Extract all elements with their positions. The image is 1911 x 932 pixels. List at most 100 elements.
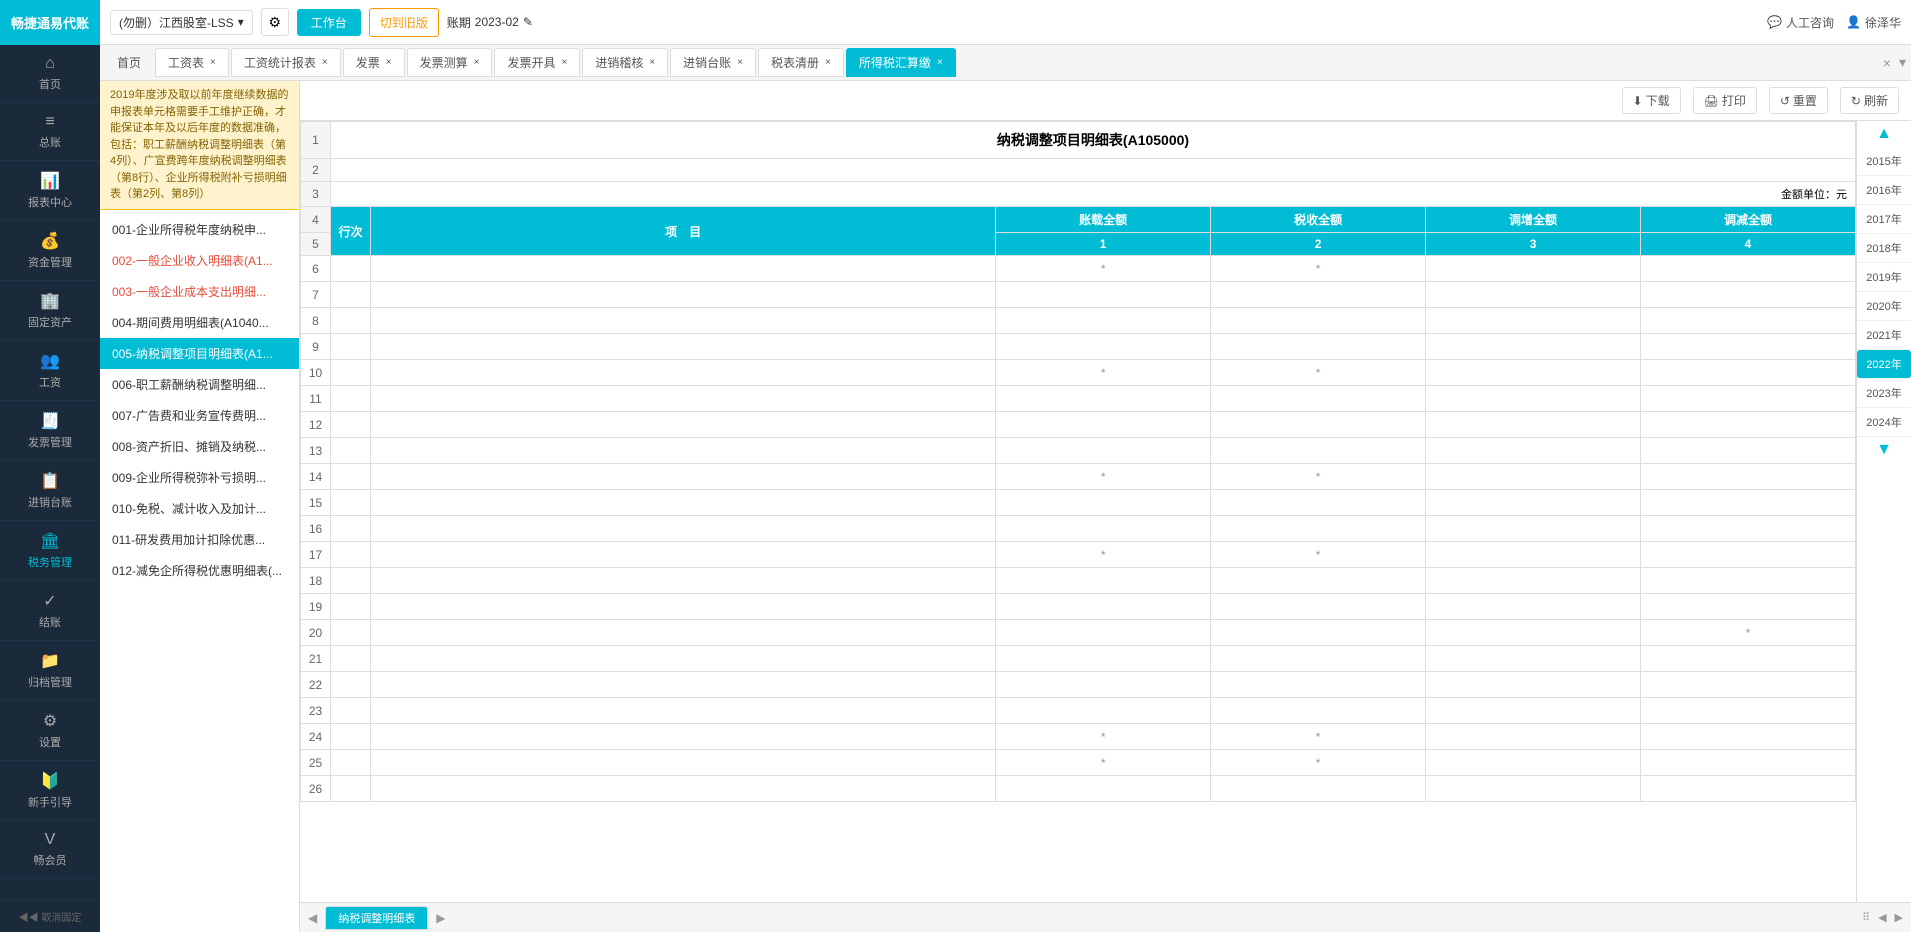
workbench-btn[interactable]: 工作台	[297, 9, 361, 36]
year-2015[interactable]: 2015年	[1857, 147, 1911, 176]
year-2021[interactable]: 2021年	[1857, 321, 1911, 350]
menu-item-010[interactable]: 010-免税、减计收入及加计...	[100, 493, 299, 524]
tab-invoice-calc[interactable]: 发票测算 ×	[407, 48, 493, 77]
sidebar-item-invoice[interactable]: 🧾 发票管理	[0, 401, 100, 461]
table-row: 11 6 （五）交易性金融资产初始投资调整	[301, 386, 1856, 412]
period-value: 2023-02	[475, 15, 519, 29]
tab-input-check-close[interactable]: ×	[649, 57, 655, 68]
sidebar-item-report[interactable]: 📊 报表中心	[0, 161, 100, 221]
sidebar-item-ledger[interactable]: ≡ 总账	[0, 103, 100, 161]
year-2023[interactable]: 2023年	[1857, 379, 1911, 408]
warning-bar: 2019年度涉及取以前年度继续数据的申报表单元格需要手工维护正确，才能保证本年及…	[100, 81, 299, 210]
bottom-scroll-left[interactable]: ◀	[1878, 911, 1886, 924]
menu-item-008[interactable]: 008-资产折旧、摊销及纳税...	[100, 431, 299, 462]
sidebar-item-vip[interactable]: V 畅会员	[0, 821, 100, 879]
ledger-icon: ≡	[45, 113, 54, 131]
bottom-tab-shuishui[interactable]: 纳税调整明细表	[325, 906, 428, 930]
tab-home[interactable]: 首页	[105, 49, 153, 76]
newbie-icon: 🔰	[40, 771, 60, 791]
support-btn[interactable]: 💬 人工咨询	[1767, 14, 1834, 31]
year-2024[interactable]: 2024年	[1857, 408, 1911, 437]
user-avatar-icon: 👤	[1846, 15, 1861, 29]
sidebar-item-assets[interactable]: 🏢 固定资产	[0, 281, 100, 341]
bottom-scroll-right[interactable]: ▶	[1895, 911, 1903, 924]
old-version-btn[interactable]: 切到旧版	[369, 8, 439, 37]
tab-invoice-calc-close[interactable]: ×	[474, 57, 480, 68]
table-row: 8 3 （二）未按权责发生制原则确认的收入（填写A1050200）	[301, 308, 1856, 334]
sidebar-item-newbie[interactable]: 🔰 新手引导	[0, 761, 100, 821]
sidebar-label-report: 报表中心	[28, 194, 72, 210]
year-2020[interactable]: 2020年	[1857, 292, 1911, 321]
tab-salary-close[interactable]: ×	[210, 57, 216, 68]
company-dropdown-icon[interactable]: ▾	[238, 15, 244, 29]
year-scroll-up[interactable]: ▲	[1857, 121, 1911, 147]
spreadsheet-container[interactable]: 1 纳税调整项目明细表(A105000) 2 3 金额单位：元	[300, 121, 1856, 902]
bottom-nav-right[interactable]: ▶	[436, 911, 445, 925]
tab-invoice[interactable]: 发票 ×	[343, 48, 405, 77]
reset-btn[interactable]: ↺ 重置	[1769, 87, 1828, 114]
table-row: 7 2 （一）视同销售收入（填写A105010）	[301, 282, 1856, 308]
menu-item-009[interactable]: 009-企业所得税弥补亏损明...	[100, 462, 299, 493]
tab-input-check-label: 进销稽核	[595, 54, 643, 71]
sidebar-item-input-tax[interactable]: 📋 进销台账	[0, 461, 100, 521]
menu-item-004[interactable]: 004-期间费用明细表(A1040...	[100, 307, 299, 338]
menu-item-002[interactable]: 002-一般企业收入明细表(A1...	[100, 245, 299, 276]
print-btn[interactable]: 🖨 打印	[1693, 87, 1757, 114]
user-menu[interactable]: 👤 徐泽华	[1846, 14, 1901, 31]
tab-input-ledger-close[interactable]: ×	[737, 57, 743, 68]
tab-invoice-open-close[interactable]: ×	[561, 57, 567, 68]
menu-item-012[interactable]: 012-减免企所得税优惠明细表(...	[100, 555, 299, 586]
sidebar-item-archive[interactable]: 📁 归档管理	[0, 641, 100, 701]
year-2017[interactable]: 2017年	[1857, 205, 1911, 234]
year-2018[interactable]: 2018年	[1857, 234, 1911, 263]
download-btn[interactable]: ⬇ 下载	[1622, 87, 1681, 114]
pin-toggle[interactable]: ◀◀ 取消固定	[0, 900, 100, 932]
menu-item-007[interactable]: 007-广告费和业务宣传费明...	[100, 400, 299, 431]
year-2022[interactable]: 2022年	[1857, 350, 1911, 379]
tab-more-icon[interactable]: ▾	[1899, 54, 1906, 71]
company-settings-btn[interactable]: ⚙	[261, 8, 289, 36]
menu-item-003[interactable]: 003-一般企业成本支出明细...	[100, 276, 299, 307]
col-hangci-header: 行次	[331, 207, 371, 256]
tab-input-ledger[interactable]: 进销台账 ×	[670, 48, 756, 77]
period-edit-icon[interactable]: ✎	[523, 15, 533, 29]
tab-close-all-icon[interactable]: ×	[1883, 55, 1891, 71]
year-2016[interactable]: 2016年	[1857, 176, 1911, 205]
menu-item-006[interactable]: 006-职工薪酬纳税调整明细...	[100, 369, 299, 400]
tab-invoice-open[interactable]: 发票开具 ×	[494, 48, 580, 77]
tab-invoice-close[interactable]: ×	[386, 57, 392, 68]
sidebar-item-settings[interactable]: ⚙ 设置	[0, 701, 100, 761]
tab-salary-report[interactable]: 工资统计报表 ×	[231, 48, 341, 77]
report-icon: 📊	[40, 171, 60, 191]
sidebar-item-finance[interactable]: 💰 资金管理	[0, 221, 100, 281]
sidebar-label-assets: 固定资产	[28, 314, 72, 330]
bottom-nav-left[interactable]: ◀	[308, 911, 317, 925]
tab-invoice-calc-label: 发票测算	[420, 54, 468, 71]
year-scroll-down[interactable]: ▼	[1857, 437, 1911, 463]
tab-salary[interactable]: 工资表 ×	[155, 48, 229, 77]
sidebar-label-vip: 畅会员	[34, 852, 67, 868]
refresh-btn[interactable]: ↻ 刷新	[1840, 87, 1899, 114]
menu-item-001[interactable]: 001-企业所得税年度纳税申...	[100, 214, 299, 245]
sidebar-item-checkout[interactable]: ✓ 结账	[0, 581, 100, 641]
tab-income-tax[interactable]: 所得税汇算缴 ×	[846, 48, 956, 77]
empty-row-2	[331, 159, 1856, 182]
sidebar-item-salary[interactable]: 👥 工资	[0, 341, 100, 401]
tab-tax-clear-close[interactable]: ×	[825, 57, 831, 68]
tab-input-check[interactable]: 进销稽核 ×	[582, 48, 668, 77]
company-selector[interactable]: (勿删）江西股室-LSS ▾	[110, 10, 253, 35]
sidebar-item-tax[interactable]: 🏛 税务管理	[0, 521, 100, 581]
tab-income-tax-close[interactable]: ×	[937, 57, 943, 68]
sidebar-label-settings: 设置	[39, 734, 61, 750]
reset-label: 重置	[1793, 92, 1817, 109]
sidebar: 畅捷通易代账 ⌂ 首页 ≡ 总账 📊 报表中心 💰 资金管理 🏢 固定资产 👥 …	[0, 0, 100, 932]
menu-item-005[interactable]: 005-纳税调整项目明细表(A1...	[100, 338, 299, 369]
year-2019[interactable]: 2019年	[1857, 263, 1911, 292]
tab-salary-report-close[interactable]: ×	[322, 57, 328, 68]
tab-tax-clear[interactable]: 税表清册 ×	[758, 48, 844, 77]
menu-item-011[interactable]: 011-研发费用加计扣除优惠...	[100, 524, 299, 555]
sidebar-item-home[interactable]: ⌂ 首页	[0, 45, 100, 103]
home-icon: ⌂	[45, 55, 55, 73]
sidebar-label-archive: 归档管理	[28, 674, 72, 690]
table-row: 25 20 （八）税收滞纳金、加收利息 * *	[301, 750, 1856, 776]
